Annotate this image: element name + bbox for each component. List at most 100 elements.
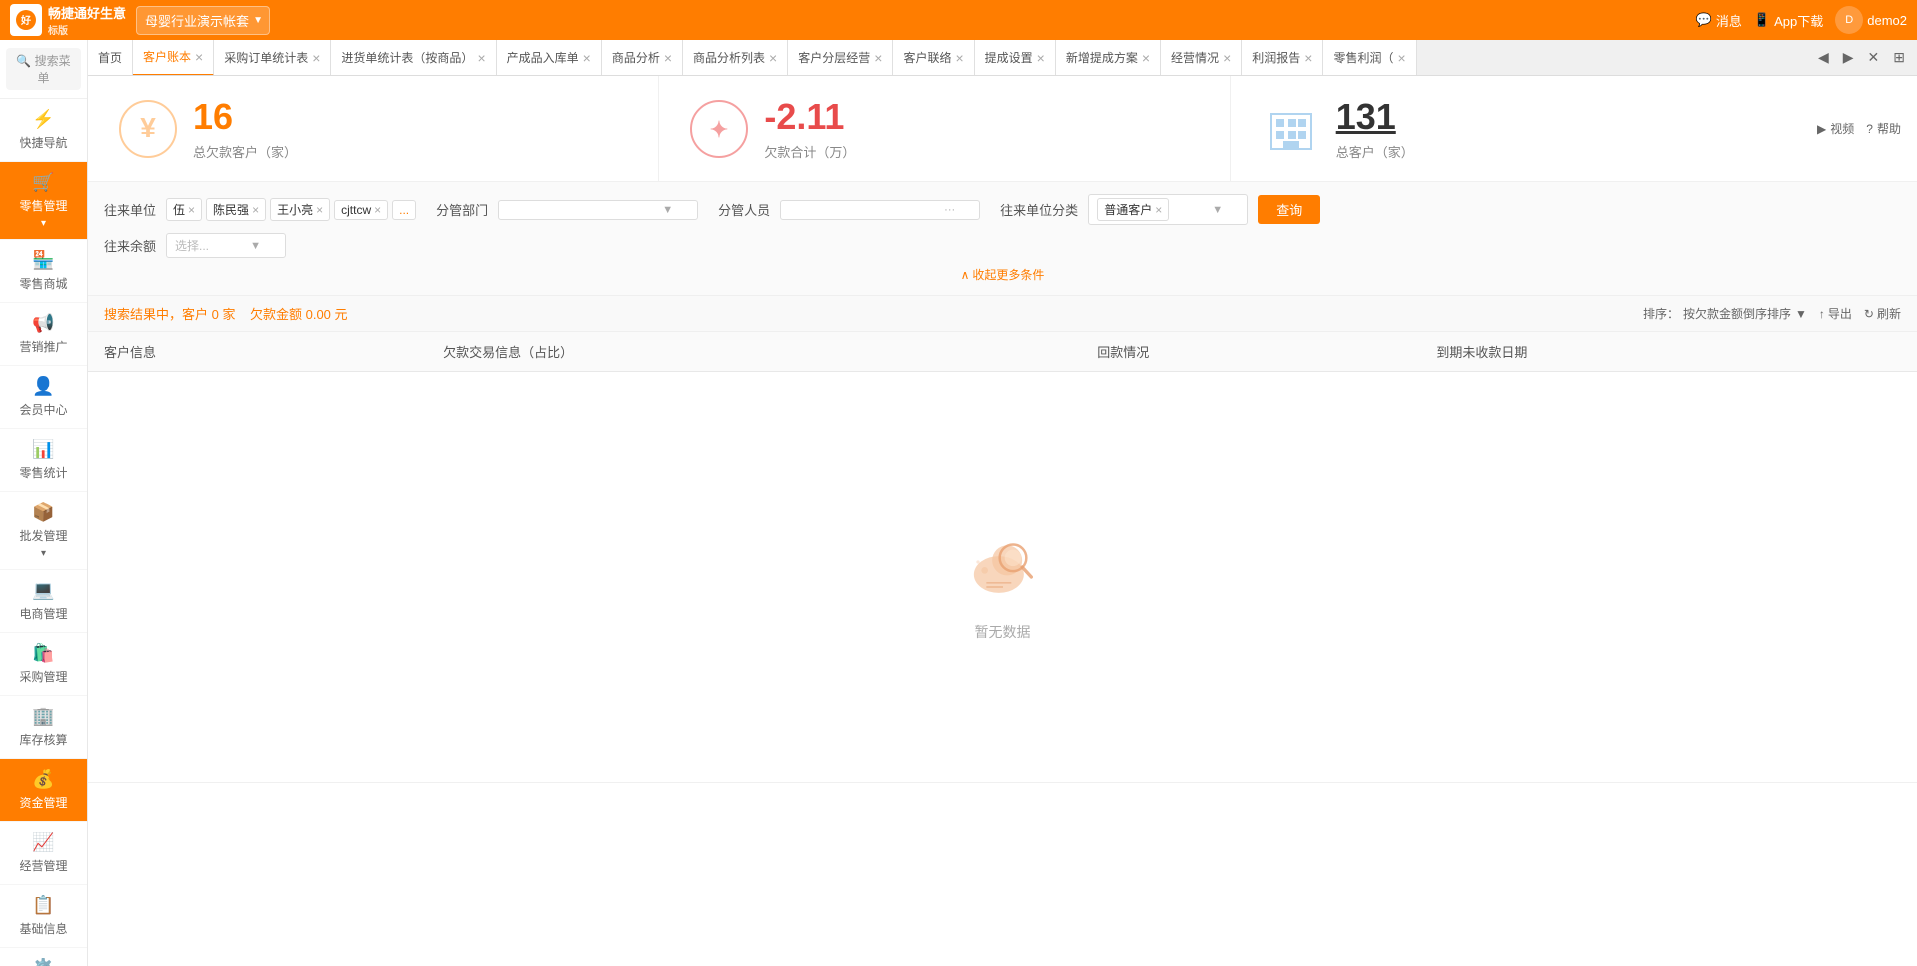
tab-profit-report-close[interactable]: × [1304,50,1312,66]
sidebar-item-system[interactable]: ⚙️ 系统管理 [0,948,87,966]
sidebar-item-operation[interactable]: 📈 经营管理 [0,822,87,885]
tab-goods-list-close[interactable]: × [769,50,777,66]
retail-stats-icon: 📊 [32,439,54,460]
sidebar-search-area[interactable]: 🔍 搜索菜单 [0,40,87,99]
unit-tag-cjttcw[interactable]: cjttcw × [334,200,388,220]
video-help-btn[interactable]: ▶ 视频 [1817,120,1854,137]
sidebar-item-retail-stats[interactable]: 📊 零售统计 [0,429,87,492]
unit-tag-wu-close[interactable]: × [188,203,195,217]
tab-home-label: 首页 [98,49,122,66]
unit-class-select[interactable]: 普通客户 × ▼ [1088,194,1248,225]
tab-operation-close[interactable]: × [1223,50,1231,66]
page-header-actions: ▶ 视频 ? 帮助 [1801,76,1917,181]
tab-retail-profit[interactable]: 零售利润（ × [1323,40,1416,76]
tab-goods-analysis[interactable]: 商品分析 × [602,40,683,76]
sidebar-item-member[interactable]: 👤 会员中心 [0,366,87,429]
unit-tag-chen[interactable]: 陈民强 × [206,198,266,221]
sort-arrow: ▼ [1795,307,1807,321]
unit-tag-cjttcw-close[interactable]: × [374,203,381,217]
sort-control[interactable]: 排序： 按欠款金额倒序排序 ▼ [1643,305,1807,322]
tab-customer-book[interactable]: 客户账本 × [133,40,214,76]
tab-customer-book-close[interactable]: × [195,49,203,65]
member-icon: 👤 [32,376,54,397]
sidebar-item-marketing[interactable]: 📢 营销推广 [0,303,87,366]
search-button[interactable]: 查询 [1258,195,1320,224]
tab-operation[interactable]: 经营情况 × [1161,40,1242,76]
tab-purchase-order[interactable]: 采购订单统计表 × [214,40,331,76]
dept-select-arrow: ▼ [662,204,673,216]
message-icon: 💬 [1696,12,1712,28]
sidebar-item-wholesale[interactable]: 📦 批发管理 ▾ [0,492,87,570]
tab-purchase-order-close[interactable]: × [312,50,320,66]
tab-new-commission-close[interactable]: × [1142,50,1150,66]
tab-customer-tier[interactable]: 客户分层经营 × [788,40,893,76]
manager-filter-select[interactable]: ··· [780,200,980,220]
tab-customer-tier-close[interactable]: × [874,50,882,66]
balance-filter-label: 往来余额 [104,236,156,255]
tab-close-all[interactable]: ✕ [1862,47,1886,68]
tab-commission-settings-label: 提成设置 [985,49,1033,66]
unit-tag-more[interactable]: ... [392,200,416,220]
tab-customer-contact-label: 客户联络 [903,49,951,66]
tab-stock-table-close[interactable]: × [477,50,485,66]
user-name: demo2 [1867,13,1907,28]
retail-stats-label: 零售统计 [19,464,67,481]
unit-tag-chen-close[interactable]: × [252,203,259,217]
tab-new-commission[interactable]: 新增提成方案 × [1056,40,1161,76]
results-count: 0 [212,307,219,322]
tab-goods-list[interactable]: 商品分析列表 × [683,40,788,76]
unit-tag-wang-close[interactable]: × [316,203,323,217]
sidebar-item-ecommerce[interactable]: 💻 电商管理 [0,570,87,633]
stat-icon-cross: ✦ [689,99,749,159]
top-bar-center: 母婴行业演示帐套 [126,6,1696,35]
sidebar-item-retail-mall[interactable]: 🏪 零售商城 [0,240,87,303]
export-btn[interactable]: ↑ 导出 [1819,305,1852,322]
sidebar-item-purchase[interactable]: 🛍️ 采购管理 [0,633,87,696]
dept-filter-select[interactable]: ▼ [498,200,698,220]
top-bar: 好 畅捷通好生意 标版 母婴行业演示帐套 💬 消息 📱 App下载 [0,0,1917,40]
collapse-button[interactable]: ∧ 收起更多条件 [961,266,1045,283]
tab-product-cost[interactable]: 产成品入库单 × [497,40,602,76]
tab-product-cost-close[interactable]: × [583,50,591,66]
main-content: ¥ 16 总欠款客户（家） ✦ [88,76,1917,966]
tab-commission-settings[interactable]: 提成设置 × [975,40,1056,76]
refresh-icon: ↻ [1864,307,1874,321]
tab-scroll-left[interactable]: ◀ [1812,47,1835,68]
tab-customer-contact[interactable]: 客户联络 × [893,40,974,76]
sidebar-item-quick-nav[interactable]: ⚡ 快捷导航 [0,99,87,162]
tab-retail-profit-close[interactable]: × [1397,50,1405,66]
message-btn[interactable]: 💬 消息 [1696,11,1742,30]
unit-class-tag-close[interactable]: × [1155,203,1162,217]
tab-goods-analysis-close[interactable]: × [664,50,672,66]
tab-product-cost-label: 产成品入库单 [507,49,579,66]
tab-maximize[interactable]: ⊞ [1887,47,1911,68]
sidebar-item-basic-info[interactable]: 📋 基础信息 [0,885,87,948]
search-menu-box[interactable]: 🔍 搜索菜单 [6,48,81,90]
stat-number-customers: 131 [1336,96,1414,138]
tab-scroll-right[interactable]: ▶ [1837,47,1860,68]
tab-customer-contact-close[interactable]: × [955,50,963,66]
tab-commission-settings-close[interactable]: × [1037,50,1045,66]
results-amount: 0.00 [306,307,331,322]
unit-tag-wu[interactable]: 伍 × [166,198,202,221]
sidebar-item-retail-mgmt[interactable]: 🛒 零售管理 ▾ [0,162,87,240]
tab-home[interactable]: 首页 [88,40,133,76]
sidebar-item-finance[interactable]: 💰 资金管理 [0,759,87,822]
unit-tag-wang[interactable]: 王小亮 × [270,198,330,221]
help-btn[interactable]: ? 帮助 [1866,120,1901,137]
results-prefix: 搜索结果中，客户 [104,307,208,322]
refresh-btn[interactable]: ↻ 刷新 [1864,305,1901,322]
data-table: 客户信息 欠款交易信息（占比） 回款情况 到期未收款日期 [88,332,1917,783]
user-avatar-btn[interactable]: D demo2 [1835,6,1907,34]
sidebar-item-inventory[interactable]: 🏢 库存核算 [0,696,87,759]
unit-class-tag-normal[interactable]: 普通客户 × [1097,198,1169,221]
tab-profit-report[interactable]: 利润报告 × [1242,40,1323,76]
balance-filter-select[interactable]: 选择... ▼ [166,233,286,258]
account-selector[interactable]: 母婴行业演示帐套 [136,6,270,35]
tab-stock-table[interactable]: 进货单统计表（按商品） × [331,40,496,76]
logo-icon: 好 [10,4,42,36]
app-download-btn[interactable]: 📱 App下载 [1754,11,1823,30]
avatar: D [1835,6,1863,34]
marketing-label: 营销推广 [19,338,67,355]
unit-filter-label: 往来单位 [104,200,156,219]
